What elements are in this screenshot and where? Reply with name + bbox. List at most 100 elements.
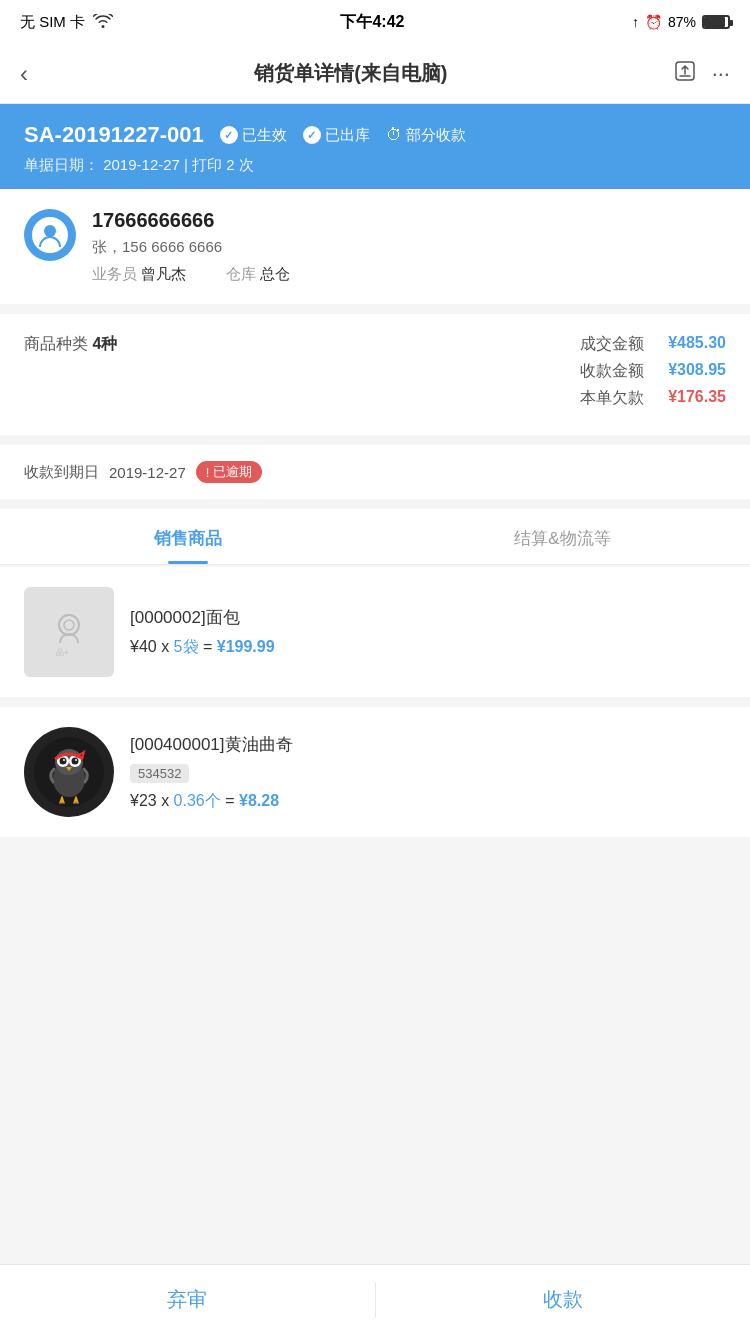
print-info: | 打印 2 次 [184,156,254,173]
share-button[interactable] [674,60,696,88]
product-price-2: ¥23 x 0.36个 = ¥8.28 [130,791,726,812]
banner-row1: SA-20191227-001 ✓ 已生效 ✓ 已出库 ⏱ 部分收款 [24,122,726,148]
stats-row: 商品种类 4种 成交金额 ¥485.30 收款金额 ¥308.95 本单欠款 ¥… [24,334,726,415]
svg-point-3 [64,620,74,630]
location-icon: ↑ [632,14,639,30]
status-bar: 无 SIM 卡 下午4:42 ↑ ⏰ 87% [0,0,750,44]
product-qty-2: 0.36个 [174,792,221,809]
sales-label: 业务员 [92,265,137,282]
product-equals-2: = [225,792,239,809]
receipt-label: 收款金额 [580,361,644,382]
header-banner: SA-20191227-001 ✓ 已生效 ✓ 已出库 ⏱ 部分收款 单据日期：… [0,104,750,189]
list-item: 品+ [0000002]面包 ¥40 x 5袋 = ¥199.99 [0,567,750,697]
more-button[interactable]: ··· [712,61,730,87]
svg-point-12 [63,759,65,761]
product-info-2: [000400001]黄油曲奇 534532 ¥23 x 0.36个 = ¥8.… [130,733,726,812]
order-date: 2019-12-27 [103,156,180,173]
due-label: 收款到期日 [24,463,99,482]
product-info-1: [0000002]面包 ¥40 x 5袋 = ¥199.99 [130,606,726,658]
customer-account: 17666666666 [92,209,726,232]
debt-label: 本单欠款 [580,388,644,409]
check-icon-effective: ✓ [220,126,238,144]
overdue-icon: ! [206,465,210,480]
deal-amount: ¥485.30 [668,334,726,355]
tabs-row: 销售商品 结算&物流等 [0,509,750,565]
kind-count: 4种 [92,335,117,352]
status-left: 无 SIM 卡 [20,13,113,32]
product-total-1: ¥199.99 [217,638,275,655]
product-thumbnail-1: 品+ [24,587,114,677]
battery-percent: 87% [668,14,696,30]
warehouse-name: 总仓 [260,265,290,282]
due-date-section: 收款到期日 2019-12-27 ! 已逾期 [0,445,750,499]
receipt-amount-row: 收款金额 ¥308.95 [580,361,726,382]
product-thumbnail-2: advanced whale [24,727,114,817]
stats-left: 商品种类 4种 [24,334,117,355]
product-multiply-1: x [161,638,173,655]
due-date: 2019-12-27 [109,464,186,481]
status-time: 下午4:42 [340,12,404,33]
svg-point-13 [75,759,77,761]
svg-point-1 [44,225,56,237]
check-icon-shipped: ✓ [303,126,321,144]
bottom-bar: 弃审 收款 [0,1264,750,1334]
collect-payment-button[interactable]: 收款 [376,1286,751,1313]
nav-actions: ··· [674,60,730,88]
tab-sales-products[interactable]: 销售商品 [0,509,375,564]
product-multiply-2: x [161,792,173,809]
customer-meta: 业务员 曾凡杰 仓库 总仓 [92,265,726,284]
product-price-1: ¥40 x 5袋 = ¥199.99 [130,637,726,658]
status-right: ↑ ⏰ 87% [632,14,730,30]
deal-amount-row: 成交金额 ¥485.30 [580,334,726,355]
svg-point-2 [59,615,79,635]
product-base-price-2: ¥23 [130,792,157,809]
overdue-badge: ! 已逾期 [196,461,263,483]
badge-shipped: ✓ 已出库 [303,126,370,145]
banner-date-row: 单据日期： 2019-12-27 | 打印 2 次 [24,156,726,175]
avatar [24,209,76,261]
badge-partial: ⏱ 部分收款 [386,126,466,145]
carrier-text: 无 SIM 卡 [20,13,85,32]
bottom-spacer [0,847,750,927]
svg-point-11 [72,758,79,765]
products-section: 品+ [0000002]面包 ¥40 x 5袋 = ¥199.99 [0,567,750,837]
order-id: SA-20191227-001 [24,122,204,148]
receipt-amount: ¥308.95 [668,361,726,382]
sales-info: 业务员 曾凡杰 [92,265,186,284]
avatar-icon [32,217,68,253]
overdue-text: 已逾期 [213,463,252,481]
warehouse-label: 仓库 [226,265,256,282]
tab-settlement[interactable]: 结算&物流等 [375,509,750,564]
page-title: 销货单详情(来自电脑) [254,60,447,87]
back-button[interactable]: ‹ [20,60,28,88]
stats-right: 成交金额 ¥485.30 收款金额 ¥308.95 本单欠款 ¥176.35 [580,334,726,415]
product-base-price-1: ¥40 [130,638,157,655]
nav-bar: ‹ 销货单详情(来自电脑) ··· [0,44,750,104]
date-label: 单据日期： [24,156,99,173]
alarm-icon: ⏰ [645,14,662,30]
badge-effective: ✓ 已生效 [220,126,287,145]
customer-section: 17666666666 张，156 6666 6666 业务员 曾凡杰 仓库 总… [0,189,750,304]
clock-icon: ⏱ [386,126,402,144]
product-total-2: ¥8.28 [239,792,279,809]
svg-text:品+: 品+ [56,648,69,657]
tabs-section: 销售商品 结算&物流等 [0,509,750,565]
product-equals-1: = [203,638,217,655]
warehouse-info: 仓库 总仓 [226,265,290,284]
customer-info: 17666666666 张，156 6666 6666 业务员 曾凡杰 仓库 总… [92,209,726,284]
product-name-2: [000400001]黄油曲奇 [130,733,726,756]
cancel-review-button[interactable]: 弃审 [0,1286,375,1313]
svg-point-10 [60,758,67,765]
deal-label: 成交金额 [580,334,644,355]
wifi-icon [93,14,113,31]
sales-name: 曾凡杰 [141,265,186,282]
kind-label: 商品种类 [24,335,88,352]
product-tag-2: 534532 [130,764,189,783]
product-qty-1: 5袋 [174,638,199,655]
debt-amount: ¥176.35 [668,388,726,409]
stats-section: 商品种类 4种 成交金额 ¥485.30 收款金额 ¥308.95 本单欠款 ¥… [0,314,750,435]
product-name-1: [0000002]面包 [130,606,726,629]
battery-icon [702,15,730,29]
list-item: advanced whale [000400001]黄油曲奇 534532 ¥2… [0,707,750,837]
customer-contact: 张，156 6666 6666 [92,238,726,257]
